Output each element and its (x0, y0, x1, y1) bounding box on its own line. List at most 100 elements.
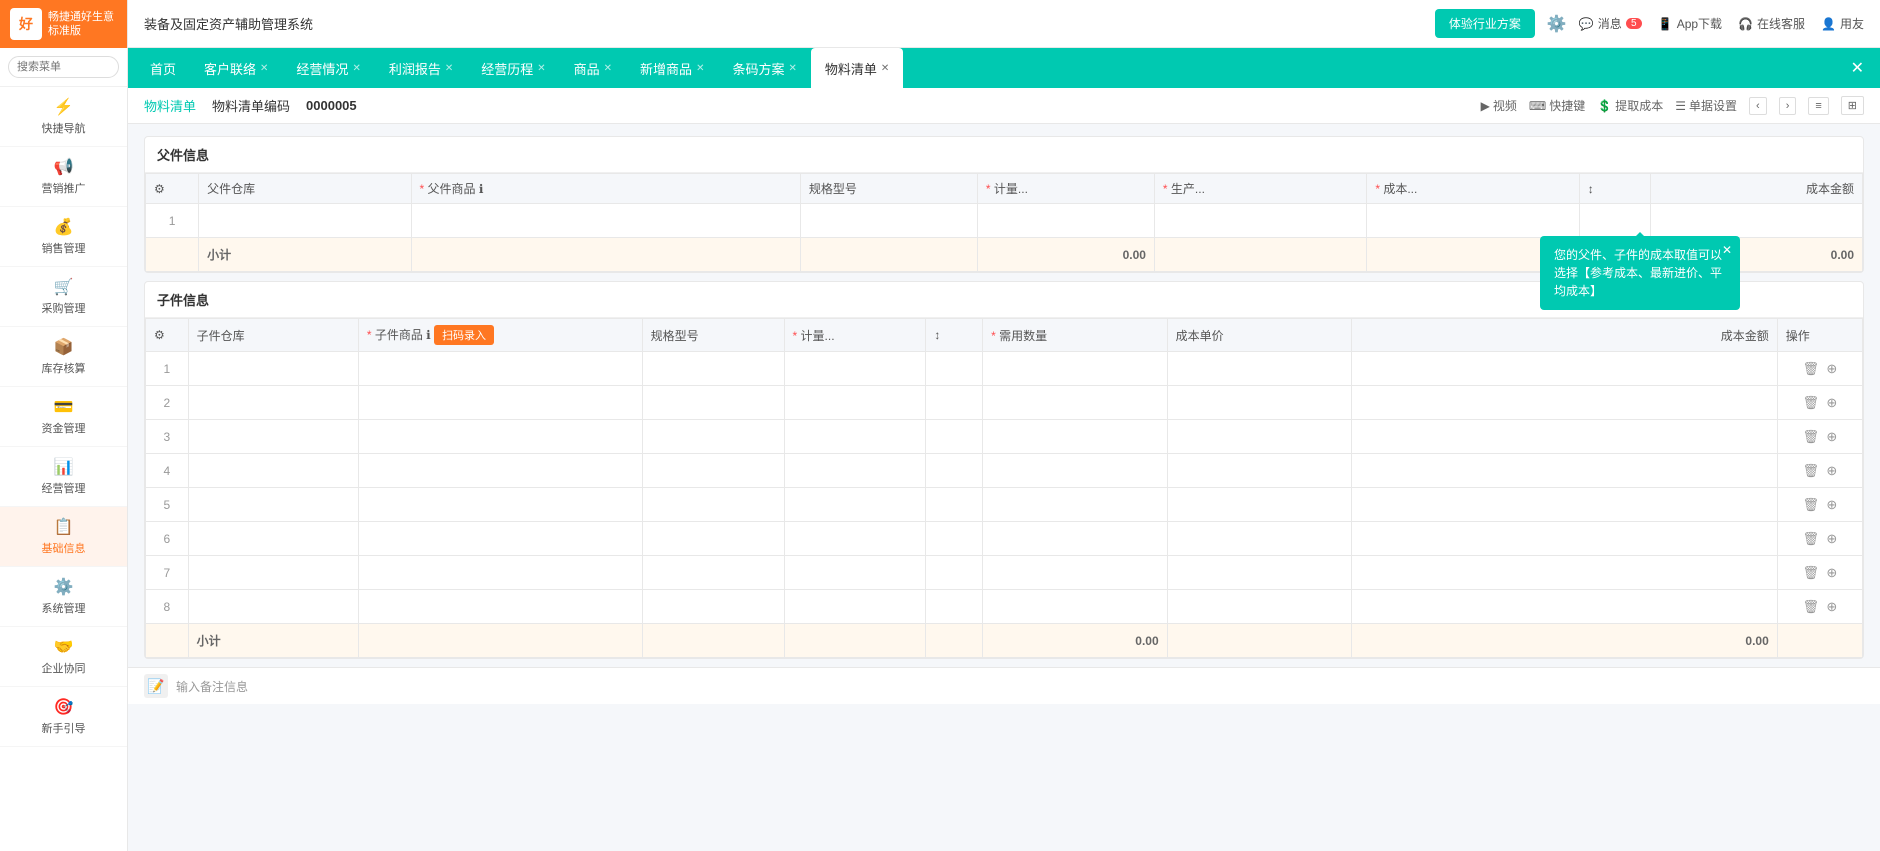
child-warehouse-cell[interactable] (188, 420, 358, 454)
child-amount-cell[interactable] (1352, 590, 1778, 624)
delete-icon[interactable]: 🗑 (1803, 497, 1820, 512)
gear-icon[interactable]: ⚙️ (1547, 14, 1567, 34)
tooltip-close-button[interactable]: ✕ (1722, 241, 1732, 259)
child-spec-cell[interactable] (642, 386, 784, 420)
child-amount-cell[interactable] (1352, 454, 1778, 488)
sidebar-item-purchase[interactable]: 🛒 采购管理 (0, 267, 127, 327)
child-spec-cell[interactable] (642, 420, 784, 454)
sidebar-item-guide[interactable]: 🎯 新手引导 (0, 687, 127, 747)
child-quantity-cell[interactable] (983, 556, 1167, 590)
toolbar-shortcut[interactable]: ⌨ 快捷键 (1529, 97, 1585, 114)
child-unitcost-cell[interactable] (1167, 454, 1351, 488)
child-warehouse-cell[interactable] (188, 556, 358, 590)
copy-icon[interactable]: ⊕ (1826, 531, 1837, 546)
tab-close-icon[interactable]: ✕ (604, 63, 612, 74)
delete-icon[interactable]: 🗑 (1803, 599, 1820, 614)
sidebar-item-operations[interactable]: 📊 经营管理 (0, 447, 127, 507)
child-unitcost-cell[interactable] (1167, 352, 1351, 386)
child-unitcost-cell[interactable] (1167, 522, 1351, 556)
parent-warehouse-cell[interactable] (199, 204, 411, 238)
child-unit-cell[interactable] (784, 454, 926, 488)
parent-amount-cell[interactable] (1650, 204, 1862, 238)
message-action[interactable]: 💬 消息 5 (1579, 15, 1642, 32)
child-product-cell[interactable] (358, 454, 642, 488)
copy-icon[interactable]: ⊕ (1826, 599, 1837, 614)
next-button[interactable]: › (1779, 97, 1797, 115)
tab-home[interactable]: 首页 (136, 48, 190, 88)
child-warehouse-cell[interactable] (188, 522, 358, 556)
parent-unit-cell[interactable] (977, 204, 1154, 238)
child-unitcost-cell[interactable] (1167, 386, 1351, 420)
child-unit-cell[interactable] (784, 420, 926, 454)
tab-close-icon[interactable]: ✕ (788, 63, 796, 74)
child-spec-cell[interactable] (642, 454, 784, 488)
copy-icon[interactable]: ⊕ (1826, 395, 1837, 410)
sidebar-item-basicinfo[interactable]: 📋 基础信息 (0, 507, 127, 567)
delete-icon[interactable]: 🗑 (1803, 429, 1820, 444)
copy-icon[interactable]: ⊕ (1826, 497, 1837, 512)
tab-close-icon[interactable]: ✕ (260, 63, 268, 74)
sidebar-item-sales[interactable]: 💰 销售管理 (0, 207, 127, 267)
child-warehouse-cell[interactable] (188, 454, 358, 488)
tab-barcode[interactable]: 条码方案 ✕ (718, 48, 810, 88)
child-amount-cell[interactable] (1352, 352, 1778, 386)
child-warehouse-cell[interactable] (188, 386, 358, 420)
copy-icon[interactable]: ⊕ (1826, 429, 1837, 444)
child-unit-cell[interactable] (784, 352, 926, 386)
parent-spec-cell[interactable] (800, 204, 977, 238)
search-input[interactable] (8, 56, 119, 78)
tab-profit[interactable]: 利润报告 ✕ (375, 48, 467, 88)
tab-bom[interactable]: 物料清单 ✕ (811, 48, 903, 88)
app-download-action[interactable]: 📱 App下载 (1658, 15, 1722, 32)
copy-icon[interactable]: ⊕ (1826, 361, 1837, 376)
child-quantity-cell[interactable] (983, 522, 1167, 556)
child-unitcost-cell[interactable] (1167, 488, 1351, 522)
toolbar-extract-cost[interactable]: 💲 提取成本 (1597, 97, 1663, 114)
parent-product-cell[interactable] (411, 204, 800, 238)
child-amount-cell[interactable] (1352, 488, 1778, 522)
child-unit-cell[interactable] (784, 556, 926, 590)
child-warehouse-cell[interactable] (188, 590, 358, 624)
delete-icon[interactable]: 🗑 (1803, 463, 1820, 478)
sidebar-item-quicknav[interactable]: ⚡ 快捷导航 (0, 87, 127, 147)
copy-icon[interactable]: ⊕ (1826, 463, 1837, 478)
tab-close-icon[interactable]: ✕ (537, 63, 545, 74)
child-quantity-cell[interactable] (983, 488, 1167, 522)
scan-button[interactable]: 扫码录入 (434, 325, 494, 345)
bottom-hint-text[interactable]: 输入备注信息 (176, 678, 248, 695)
online-service-action[interactable]: 🎧 在线客服 (1738, 15, 1805, 32)
child-amount-cell[interactable] (1352, 386, 1778, 420)
child-amount-cell[interactable] (1352, 556, 1778, 590)
user-action[interactable]: 👤 用友 (1821, 15, 1864, 32)
child-quantity-cell[interactable] (983, 454, 1167, 488)
tab-new-goods[interactable]: 新增商品 ✕ (626, 48, 718, 88)
delete-icon[interactable]: 🗑 (1803, 565, 1820, 580)
child-product-cell[interactable] (358, 352, 642, 386)
tab-operations[interactable]: 经营情况 ✕ (282, 48, 374, 88)
tab-customers[interactable]: 客户联络 ✕ (190, 48, 282, 88)
child-product-cell[interactable] (358, 522, 642, 556)
child-product-cell[interactable] (358, 386, 642, 420)
sidebar-item-cooperation[interactable]: 🤝 企业协同 (0, 627, 127, 687)
child-product-cell[interactable] (358, 590, 642, 624)
list-view-button[interactable]: ≡ (1808, 97, 1828, 115)
child-unit-cell[interactable] (784, 386, 926, 420)
child-product-cell[interactable] (358, 488, 642, 522)
child-quantity-cell[interactable] (983, 386, 1167, 420)
delete-icon[interactable]: 🗑 (1803, 531, 1820, 546)
child-amount-cell[interactable] (1352, 522, 1778, 556)
toolbar-view[interactable]: ▶ 视频 (1481, 97, 1517, 114)
tab-close-icon[interactable]: ✕ (881, 63, 889, 74)
child-unitcost-cell[interactable] (1167, 590, 1351, 624)
child-product-cell[interactable] (358, 556, 642, 590)
child-unitcost-cell[interactable] (1167, 556, 1351, 590)
sidebar-item-finance[interactable]: 💳 资金管理 (0, 387, 127, 447)
child-quantity-cell[interactable] (983, 352, 1167, 386)
delete-icon[interactable]: 🗑 (1803, 395, 1820, 410)
child-spec-cell[interactable] (642, 352, 784, 386)
tab-close-icon[interactable]: ✕ (696, 63, 704, 74)
child-spec-cell[interactable] (642, 590, 784, 624)
child-quantity-cell[interactable] (983, 420, 1167, 454)
child-unit-cell[interactable] (784, 590, 926, 624)
copy-icon[interactable]: ⊕ (1826, 565, 1837, 580)
